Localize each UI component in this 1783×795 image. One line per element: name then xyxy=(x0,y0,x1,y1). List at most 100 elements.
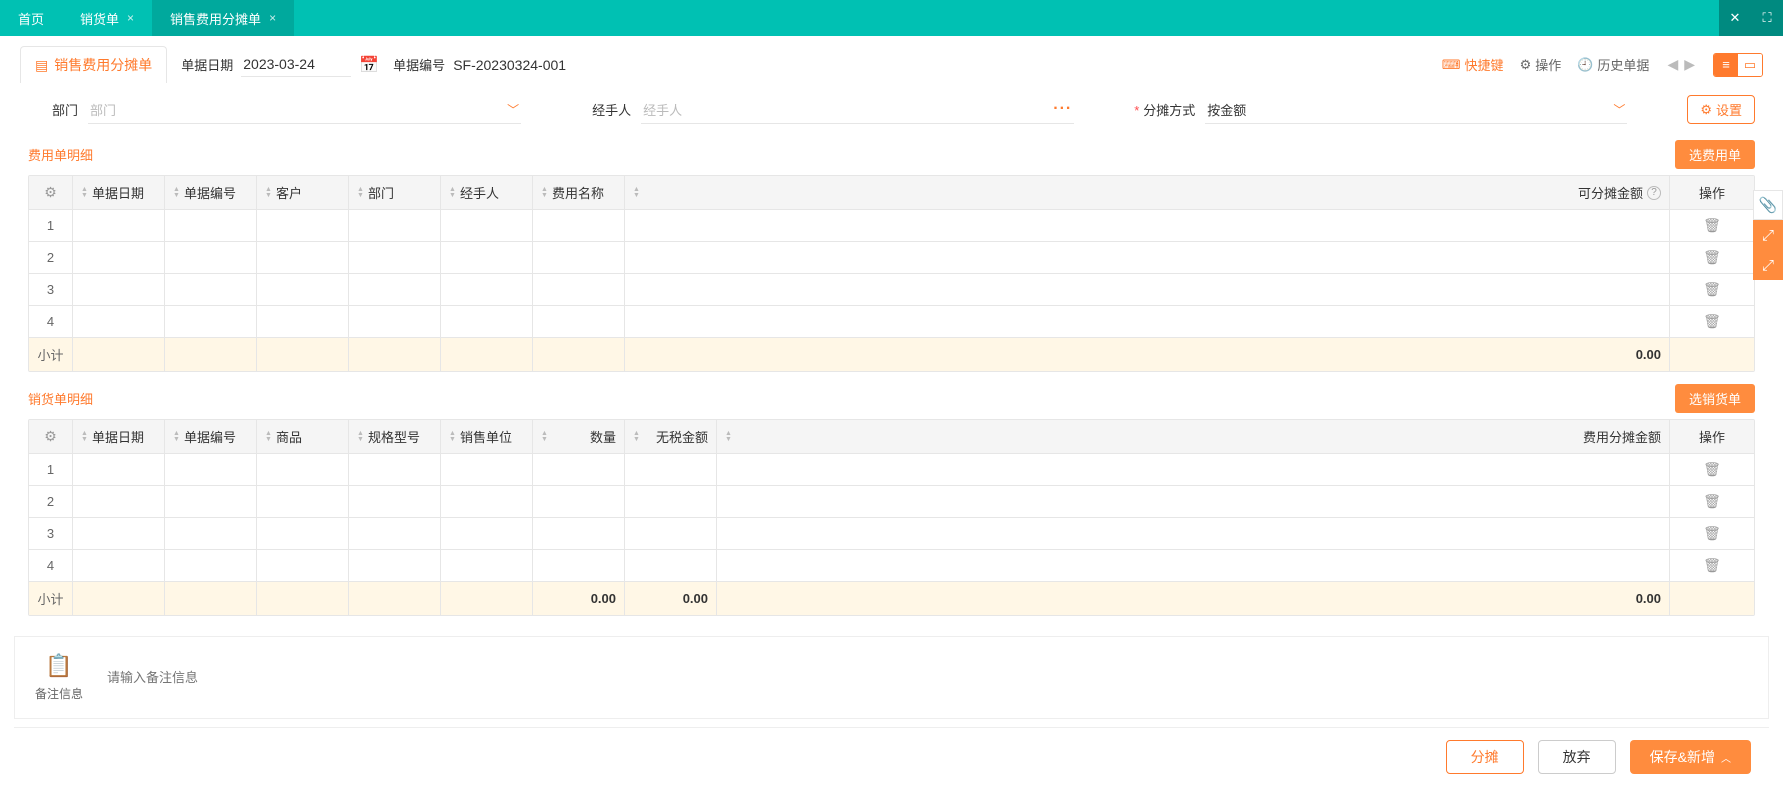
settings-button[interactable]: ⚙ 设置 xyxy=(1687,95,1755,124)
subtotal-qty: 0.00 xyxy=(591,591,616,606)
chevron-down-icon: ﹀ xyxy=(1613,101,1625,118)
col-allocation-amount[interactable]: ▲▼费用分摊金额 xyxy=(717,420,1670,453)
discard-button[interactable]: 放弃 xyxy=(1538,740,1616,774)
col-code[interactable]: ▲▼单据编号 xyxy=(165,420,257,453)
delete-icon[interactable]: 🗑 xyxy=(1703,557,1721,574)
handler-select[interactable]: 经手人 ··· xyxy=(641,96,1074,124)
code-value: SF-20230324-001 xyxy=(453,57,566,73)
notes-icon: 📋 xyxy=(45,653,72,679)
save-and-new-button[interactable]: 保存&新增 ︿ xyxy=(1630,740,1751,774)
col-product[interactable]: ▲▼商品 xyxy=(257,420,349,453)
handler-label: 经手人 xyxy=(581,100,631,119)
delete-icon[interactable]: 🗑 xyxy=(1703,461,1721,478)
view-toggle: ≡ ▭ xyxy=(1713,53,1763,77)
tab-label: 首页 xyxy=(18,9,44,28)
subtotal-amount: 0.00 xyxy=(683,591,708,606)
delete-icon[interactable]: 🗑 xyxy=(1703,217,1721,234)
col-qty[interactable]: ▲▼数量 xyxy=(533,420,625,453)
col-operation: 操作 xyxy=(1670,176,1754,209)
col-amount[interactable]: ▲▼无税金额 xyxy=(625,420,717,453)
dept-label: 部门 xyxy=(28,100,78,119)
expense-table: ⚙ ▲▼单据日期 ▲▼单据编号 ▲▼客户 ▲▼部门 ▲▼经手人 ▲▼费用名称 ▲… xyxy=(28,175,1755,372)
prev-page-icon[interactable]: ◀ xyxy=(1665,56,1680,73)
table-row[interactable]: 1🗑 xyxy=(29,454,1754,486)
document-icon: ▤ xyxy=(35,57,48,74)
history-link[interactable]: 🕘 历史单据 xyxy=(1577,55,1649,74)
calendar-icon[interactable]: 📅 xyxy=(359,55,379,75)
close-icon[interactable]: × xyxy=(269,11,276,25)
help-icon[interactable]: ? xyxy=(1647,186,1661,200)
document-title-tab[interactable]: ▤ 销售费用分摊单 xyxy=(20,46,167,83)
remarks-label: 备注信息 xyxy=(35,685,83,702)
code-label: 单据编号 xyxy=(393,55,445,74)
tab-label: 销售费用分摊单 xyxy=(170,9,261,28)
expense-section: 费用单明细 选费用单 ⚙ ▲▼单据日期 ▲▼单据编号 ▲▼客户 ▲▼部门 ▲▼经… xyxy=(0,140,1783,384)
close-icon[interactable]: × xyxy=(127,11,134,25)
col-code[interactable]: ▲▼单据编号 xyxy=(165,176,257,209)
delete-icon[interactable]: 🗑 xyxy=(1703,525,1721,542)
shortcut-link[interactable]: ⌨ 快捷键 xyxy=(1442,55,1504,74)
subtotal-allocation: 0.00 xyxy=(1636,591,1661,606)
tab-home[interactable]: 首页 xyxy=(0,0,62,36)
col-fee-name[interactable]: ▲▼费用名称 xyxy=(533,176,625,209)
tab-expense-allocation[interactable]: 销售费用分摊单 × xyxy=(152,0,294,36)
table-row[interactable]: 1🗑 xyxy=(29,210,1754,242)
expense-section-header: 费用单明细 选费用单 xyxy=(28,140,1755,169)
expand-button-2[interactable]: ⤢ xyxy=(1753,250,1783,280)
code-field: 单据编号 SF-20230324-001 xyxy=(393,55,566,74)
tab-sales-order[interactable]: 销货单 × xyxy=(62,0,152,36)
top-tab-bar: 首页 销货单 × 销售费用分摊单 × ✕ ⛶ xyxy=(0,0,1783,36)
sales-table: ⚙ ▲▼单据日期 ▲▼单据编号 ▲▼商品 ▲▼规格型号 ▲▼销售单位 ▲▼数量 … xyxy=(28,419,1755,616)
method-label: *分摊方式 xyxy=(1134,100,1195,119)
attachment-button[interactable]: 📎 xyxy=(1753,190,1783,220)
handler-filter: 经手人 经手人 ··· xyxy=(581,96,1074,124)
table-row[interactable]: 3🗑 xyxy=(29,518,1754,550)
more-icon: ··· xyxy=(1053,100,1072,118)
select-sales-button[interactable]: 选销货单 xyxy=(1675,384,1755,413)
card-view-button[interactable]: ▭ xyxy=(1738,54,1762,76)
subtotal-row: 小计 0.00 0.00 0.00 xyxy=(29,582,1754,615)
table-header-row: ⚙ ▲▼单据日期 ▲▼单据编号 ▲▼商品 ▲▼规格型号 ▲▼销售单位 ▲▼数量 … xyxy=(29,420,1754,454)
method-select[interactable]: 按金额 ﹀ xyxy=(1205,96,1627,124)
col-dept[interactable]: ▲▼部门 xyxy=(349,176,441,209)
side-tools: 📎 ⤢ ⤢ xyxy=(1753,190,1783,280)
col-allocatable-amount[interactable]: ▲▼可分摊金额? xyxy=(625,176,1670,209)
table-row[interactable]: 4🗑 xyxy=(29,306,1754,338)
delete-icon[interactable]: 🗑 xyxy=(1703,249,1721,266)
chevron-up-icon: ︿ xyxy=(1721,750,1731,765)
next-page-icon[interactable]: ▶ xyxy=(1682,56,1697,73)
gear-header[interactable]: ⚙ xyxy=(29,176,73,209)
col-date[interactable]: ▲▼单据日期 xyxy=(73,420,165,453)
operate-link[interactable]: ⚙ 操作 xyxy=(1520,55,1562,74)
header-bar: ▤ 销售费用分摊单 单据日期 📅 单据编号 SF-20230324-001 ⌨ … xyxy=(0,36,1783,89)
gear-header[interactable]: ⚙ xyxy=(29,420,73,453)
table-row[interactable]: 4🗑 xyxy=(29,550,1754,582)
close-window-button[interactable]: ✕ xyxy=(1719,0,1751,36)
col-handler[interactable]: ▲▼经手人 xyxy=(441,176,533,209)
table-row[interactable]: 2🗑 xyxy=(29,486,1754,518)
col-date[interactable]: ▲▼单据日期 xyxy=(73,176,165,209)
dept-select[interactable]: 部门 ﹀ xyxy=(88,96,521,124)
subtotal-amount: 0.00 xyxy=(1636,347,1661,362)
table-row[interactable]: 3🗑 xyxy=(29,274,1754,306)
remarks-panel: 📋 备注信息 xyxy=(14,636,1769,719)
allocate-button[interactable]: 分摊 xyxy=(1446,740,1524,774)
col-spec[interactable]: ▲▼规格型号 xyxy=(349,420,441,453)
table-row[interactable]: 2🗑 xyxy=(29,242,1754,274)
col-unit[interactable]: ▲▼销售单位 xyxy=(441,420,533,453)
delete-icon[interactable]: 🗑 xyxy=(1703,281,1721,298)
delete-icon[interactable]: 🗑 xyxy=(1703,493,1721,510)
date-input[interactable] xyxy=(241,52,351,77)
list-view-button[interactable]: ≡ xyxy=(1714,54,1738,76)
remarks-input[interactable] xyxy=(107,653,1748,702)
document-title: 销售费用分摊单 xyxy=(54,55,152,75)
keyboard-icon: ⌨ xyxy=(1442,57,1461,73)
col-customer[interactable]: ▲▼客户 xyxy=(257,176,349,209)
select-expense-button[interactable]: 选费用单 xyxy=(1675,140,1755,169)
expand-button[interactable]: ⤢ xyxy=(1753,220,1783,250)
delete-icon[interactable]: 🗑 xyxy=(1703,313,1721,330)
date-label: 单据日期 xyxy=(181,55,233,74)
pager: ◀ ▶ xyxy=(1665,56,1697,73)
fullscreen-button[interactable]: ⛶ xyxy=(1751,0,1783,36)
expense-section-title: 费用单明细 xyxy=(28,145,93,164)
